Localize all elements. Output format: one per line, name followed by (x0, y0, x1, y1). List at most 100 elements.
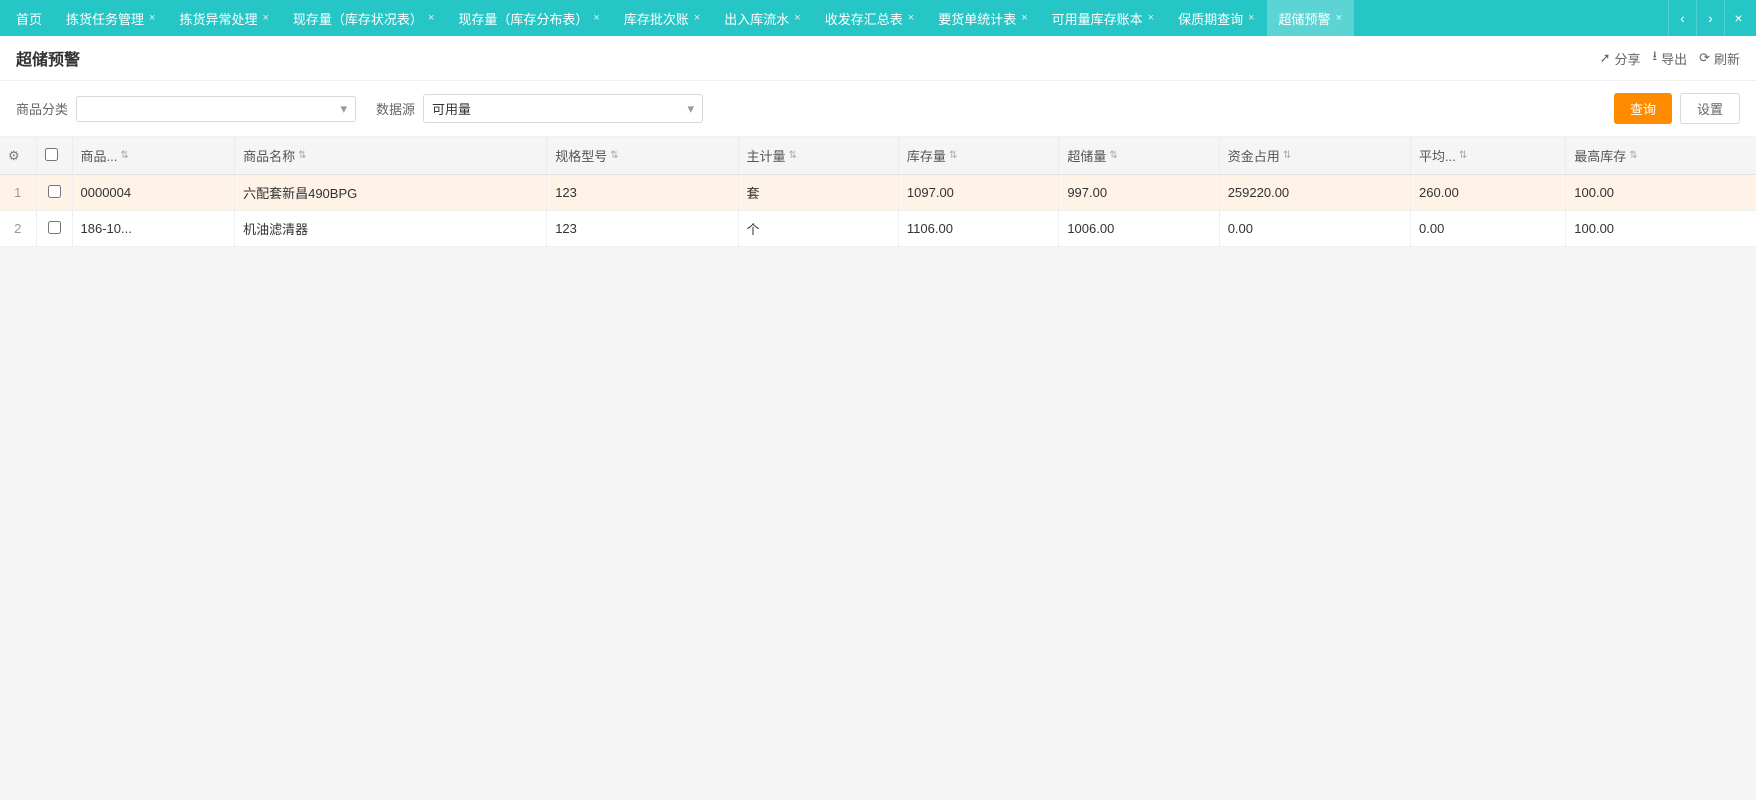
sort-icon[interactable]: ⇅ (789, 150, 797, 161)
sort-icon[interactable]: ⇅ (610, 150, 618, 161)
nav-tab-overstock[interactable]: 超储预警 × (1267, 0, 1354, 36)
nav-tab-quality-query[interactable]: 保质期查询 × (1166, 0, 1266, 36)
row-checkbox-cell (36, 175, 72, 211)
page-title: 超储预警 (16, 46, 80, 70)
refresh-icon: ⟳ (1699, 50, 1710, 66)
table-container: ⚙ 商品... ⇅ 商品名称 ⇅ (0, 137, 1756, 247)
query-button[interactable]: 查询 (1614, 93, 1672, 124)
close-icon[interactable]: × (908, 12, 914, 24)
nav-tab-batch-account[interactable]: 库存批次账 × (612, 0, 712, 36)
row-checkbox[interactable] (48, 221, 61, 234)
cell-unit: 套 (738, 175, 898, 211)
cell-stock: 1097.00 (898, 175, 1058, 211)
th-unit: 主计量 ⇅ (738, 137, 898, 175)
table-row: 1 0000004 六配套新昌490BPG 123 套 1097.00 997.… (0, 175, 1756, 211)
product-category-label: 商品分类 (16, 99, 68, 118)
nav-tab-inventory-status[interactable]: 现存量（库存状况表） × (281, 0, 446, 36)
chevron-down-icon: ▾ (340, 101, 347, 117)
row-checkbox-cell (36, 211, 72, 247)
sort-icon[interactable]: ⇅ (949, 150, 957, 161)
th-max-stock: 最高库存 ⇅ (1566, 137, 1756, 175)
close-icon[interactable]: × (794, 12, 800, 24)
refresh-button[interactable]: ⟳ 刷新 (1699, 49, 1740, 68)
data-source-value: 可用量 (432, 99, 471, 118)
product-category-select[interactable]: ▾ (76, 96, 356, 122)
close-icon[interactable]: × (1248, 12, 1254, 24)
th-avg: 平均... ⇅ (1411, 137, 1566, 175)
cell-stock: 1106.00 (898, 211, 1058, 247)
nav-close-button[interactable]: × (1724, 0, 1752, 36)
filter-actions: 查询 设置 (1614, 93, 1740, 124)
nav-tab-inventory-dist[interactable]: 现存量（库存分布表） × (446, 0, 611, 36)
data-source-label: 数据源 (376, 99, 415, 118)
close-icon[interactable]: × (593, 12, 599, 24)
overstock-table: ⚙ 商品... ⇅ 商品名称 ⇅ (0, 137, 1756, 247)
sort-icon[interactable]: ⇅ (120, 150, 128, 161)
page-container: 超储预警 ➚ 分享 ⭳ 导出 ⟳ 刷新 商品分类 ▾ 数据源 (0, 36, 1756, 247)
th-stock: 库存量 ⇅ (898, 137, 1058, 175)
cell-product-code: 186-10... (72, 211, 235, 247)
cell-overstock: 997.00 (1059, 175, 1219, 211)
nav-right-buttons: ‹ › × (1668, 0, 1752, 36)
settings-button[interactable]: 设置 (1680, 93, 1740, 124)
page-title-bar: 超储预警 ➚ 分享 ⭳ 导出 ⟳ 刷新 (0, 36, 1756, 81)
data-source-filter: 数据源 可用量 ▾ (376, 94, 703, 123)
nav-tab-available-ledger[interactable]: 可用量库存账本 × (1040, 0, 1166, 36)
cell-max-stock: 100.00 (1566, 175, 1756, 211)
th-product-name: 商品名称 ⇅ (235, 137, 547, 175)
share-icon: ➚ (1600, 50, 1611, 66)
close-icon[interactable]: × (149, 12, 155, 24)
close-icon[interactable]: × (428, 12, 434, 24)
th-capital: 资金占用 ⇅ (1219, 137, 1410, 175)
cell-unit: 个 (738, 211, 898, 247)
cell-product-name: 六配套新昌490BPG (235, 175, 547, 211)
share-button[interactable]: ➚ 分享 (1600, 49, 1641, 68)
cell-spec: 123 (547, 211, 738, 247)
th-overstock: 超储量 ⇅ (1059, 137, 1219, 175)
select-all-checkbox[interactable] (45, 148, 58, 161)
close-icon[interactable]: × (1148, 12, 1154, 24)
nav-tab-inout-flow[interactable]: 出入库流水 × (712, 0, 812, 36)
export-button[interactable]: ⭳ 导出 (1653, 47, 1688, 69)
cell-max-stock: 100.00 (1566, 211, 1756, 247)
nav-next-button[interactable]: › (1696, 0, 1724, 36)
close-icon[interactable]: × (262, 12, 268, 24)
export-icon: ⭳ (1653, 47, 1658, 69)
gear-icon[interactable]: ⚙ (8, 148, 20, 163)
nav-tab-picking-exception[interactable]: 拣货异常处理 × (167, 0, 280, 36)
cell-avg: 260.00 (1411, 175, 1566, 211)
cell-avg: 0.00 (1411, 211, 1566, 247)
nav-tab-collection-summary[interactable]: 收发存汇总表 × (813, 0, 926, 36)
nav-tab-requisition-stats[interactable]: 要货单统计表 × (926, 0, 1039, 36)
sort-icon[interactable]: ⇅ (1283, 150, 1291, 161)
sort-icon[interactable]: ⇅ (1109, 150, 1117, 161)
product-category-filter: 商品分类 ▾ (16, 96, 356, 122)
sort-icon[interactable]: ⇅ (1629, 150, 1637, 161)
data-source-select[interactable]: 可用量 ▾ (423, 94, 703, 123)
row-num: 1 (0, 175, 36, 211)
th-checkbox (36, 137, 72, 175)
cell-capital: 259220.00 (1219, 175, 1410, 211)
close-icon[interactable]: × (1336, 12, 1342, 24)
th-settings: ⚙ (0, 137, 36, 175)
sort-icon[interactable]: ⇅ (1459, 150, 1467, 161)
cell-capital: 0.00 (1219, 211, 1410, 247)
main-nav-bar: 首页 拣货任务管理 × 拣货异常处理 × 现存量（库存状况表） × 现存量（库存… (0, 0, 1756, 36)
row-checkbox[interactable] (48, 185, 61, 198)
filter-bar: 商品分类 ▾ 数据源 可用量 ▾ 查询 设置 (0, 81, 1756, 137)
cell-overstock: 1006.00 (1059, 211, 1219, 247)
th-spec: 规格型号 ⇅ (547, 137, 738, 175)
row-num: 2 (0, 211, 36, 247)
close-icon[interactable]: × (694, 12, 700, 24)
page-actions: ➚ 分享 ⭳ 导出 ⟳ 刷新 (1600, 47, 1740, 69)
nav-tab-home[interactable]: 首页 (4, 0, 54, 36)
nav-prev-button[interactable]: ‹ (1668, 0, 1696, 36)
table-header-row: ⚙ 商品... ⇅ 商品名称 ⇅ (0, 137, 1756, 175)
close-icon[interactable]: × (1021, 12, 1027, 24)
chevron-down-icon: ▾ (688, 101, 695, 117)
sort-icon[interactable]: ⇅ (298, 150, 306, 161)
th-product-code: 商品... ⇅ (72, 137, 235, 175)
nav-tab-picking-tasks[interactable]: 拣货任务管理 × (54, 0, 167, 36)
cell-product-code: 0000004 (72, 175, 235, 211)
cell-product-name: 机油滤清器 (235, 211, 547, 247)
